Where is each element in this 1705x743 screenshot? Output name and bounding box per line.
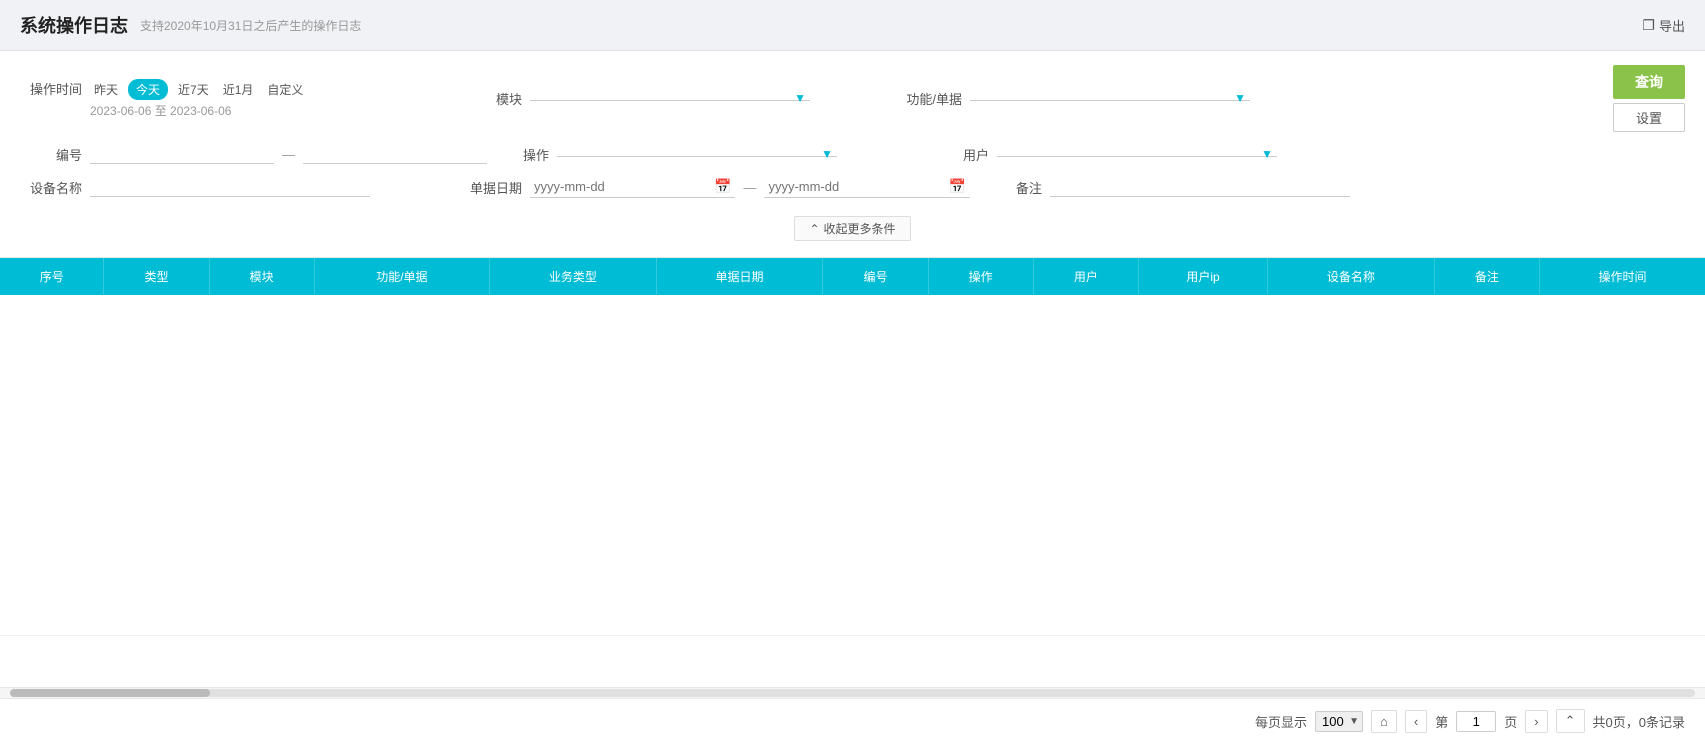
table-area: 序号 类型 模块 功能/单据 业务类型 单据日期 编号 操作 用户 用户ip 设… [0,258,1705,687]
collapse-button[interactable]: ⌃ 收起更多条件 [794,216,910,241]
operation-chevron-icon: ▼ [821,147,833,161]
col-op-time: 操作时间 [1539,258,1705,295]
col-operation: 操作 [928,258,1033,295]
empty-cell [0,295,1705,635]
code-input-start[interactable] [90,144,274,164]
collapse-chevron-icon: ⌃ [809,222,819,236]
page-number-input[interactable] [1456,711,1496,732]
time-btn-1month[interactable]: 近1月 [219,79,258,100]
col-user-ip: 用户ip [1138,258,1267,295]
export-label: 导出 [1659,16,1685,35]
date-end-input[interactable] [768,179,944,194]
col-biz-type: 业务类型 [489,258,656,295]
date-range-end: 📅 [764,176,969,198]
col-function: 功能/单据 [314,258,489,295]
code-dash: — [282,147,295,162]
module-label: 模块 [460,89,530,108]
time-buttons: 昨天 今天 近7天 近1月 自定义 [90,79,307,100]
col-user: 用户 [1033,258,1138,295]
remark-label: 备注 [970,178,1050,197]
code-label: 编号 [20,145,90,164]
table-body [0,295,1705,635]
page-label: 第 [1435,712,1448,731]
export-icon: ❐ [1642,17,1655,34]
time-btn-today[interactable]: 今天 [128,79,168,100]
page-prev-button[interactable]: ‹ [1405,710,1427,733]
time-filter-group: 昨天 今天 近7天 近1月 自定义 2023-06-06 至 2023-06-0… [90,79,307,119]
table-header-row: 序号 类型 模块 功能/单据 业务类型 单据日期 编号 操作 用户 用户ip 设… [0,258,1705,295]
settings-button[interactable]: 设置 [1613,103,1685,132]
horizontal-scrollbar[interactable] [0,687,1705,699]
col-remark: 备注 [1434,258,1539,295]
filter-row-2: 编号 — 操作 ▼ 用户 ▼ [20,144,1685,164]
page-last-button[interactable]: ⌃ [1556,709,1585,733]
page-title: 系统操作日志 [20,12,128,38]
time-btn-custom[interactable]: 自定义 [263,79,307,100]
col-doc-date: 单据日期 [656,258,823,295]
time-label: 操作时间 [20,79,90,98]
per-page-label: 每页显示 [1255,712,1307,731]
filter-row-3: 设备名称 单据日期 📅 — 📅 备注 [20,176,1685,198]
page-total: 共0页，0条记录 [1593,712,1685,731]
user-chevron-icon: ▼ [1261,147,1273,161]
action-btn-group: 查询 设置 [1613,65,1685,132]
page-size-select[interactable]: 100 50 200 [1315,711,1363,732]
operation-label: 操作 [487,145,557,164]
scrollbar-track [10,689,1695,697]
function-label: 功能/单据 [890,89,970,108]
function-chevron-icon: ▼ [1234,91,1246,105]
filter-row-1: 操作时间 昨天 今天 近7天 近1月 自定义 2023-06-06 至 2023… [20,65,1685,132]
col-type: 类型 [104,258,209,295]
user-select[interactable]: ▼ [997,152,1277,157]
time-range-display: 2023-06-06 至 2023-06-06 [90,102,307,119]
page-first-button[interactable]: ⌂ [1371,710,1397,733]
function-select[interactable]: ▼ [970,96,1250,101]
doc-date-label: 单据日期 [460,178,530,197]
remark-input[interactable] [1050,177,1350,197]
col-index: 序号 [0,258,104,295]
user-label: 用户 [917,145,997,164]
page-size-wrapper: 100 50 200 ▼ [1315,711,1363,732]
device-input[interactable] [90,177,370,197]
query-button[interactable]: 查询 [1613,65,1685,99]
date-end-calendar-icon[interactable]: 📅 [948,178,965,195]
page-header: 系统操作日志 支持2020年10月31日之后产生的操作日志 ❐ 导出 [0,0,1705,51]
date-range-start: 📅 [530,176,735,198]
page-unit: 页 [1504,712,1517,731]
col-module: 模块 [209,258,314,295]
scrollbar-thumb[interactable] [10,689,210,697]
export-button[interactable]: ❐ 导出 [1642,16,1685,35]
device-label: 设备名称 [20,178,90,197]
empty-row [0,295,1705,635]
operation-select[interactable]: ▼ [557,152,837,157]
module-select[interactable]: ▼ [530,96,810,101]
data-table: 序号 类型 模块 功能/单据 业务类型 单据日期 编号 操作 用户 用户ip 设… [0,258,1705,636]
date-start-input[interactable] [534,179,710,194]
page-next-button[interactable]: › [1525,710,1547,733]
module-chevron-icon: ▼ [794,91,806,105]
date-dash: — [743,180,756,195]
page-wrapper: 系统操作日志 支持2020年10月31日之后产生的操作日志 ❐ 导出 操作时间 … [0,0,1705,743]
time-btn-7days[interactable]: 近7天 [174,79,213,100]
col-device: 设备名称 [1268,258,1435,295]
pagination-bar: 每页显示 100 50 200 ▼ ⌂ ‹ 第 页 › ⌃ 共0页，0条记录 [0,699,1705,743]
filter-area: 操作时间 昨天 今天 近7天 近1月 自定义 2023-06-06 至 2023… [0,51,1705,258]
code-input-end[interactable] [303,144,487,164]
collapse-label: 收起更多条件 [824,220,896,237]
time-btn-yesterday[interactable]: 昨天 [90,79,122,100]
collapse-bar: ⌃ 收起更多条件 [20,210,1685,251]
col-code: 编号 [823,258,928,295]
page-subtitle: 支持2020年10月31日之后产生的操作日志 [140,17,361,34]
date-start-calendar-icon[interactable]: 📅 [714,178,731,195]
